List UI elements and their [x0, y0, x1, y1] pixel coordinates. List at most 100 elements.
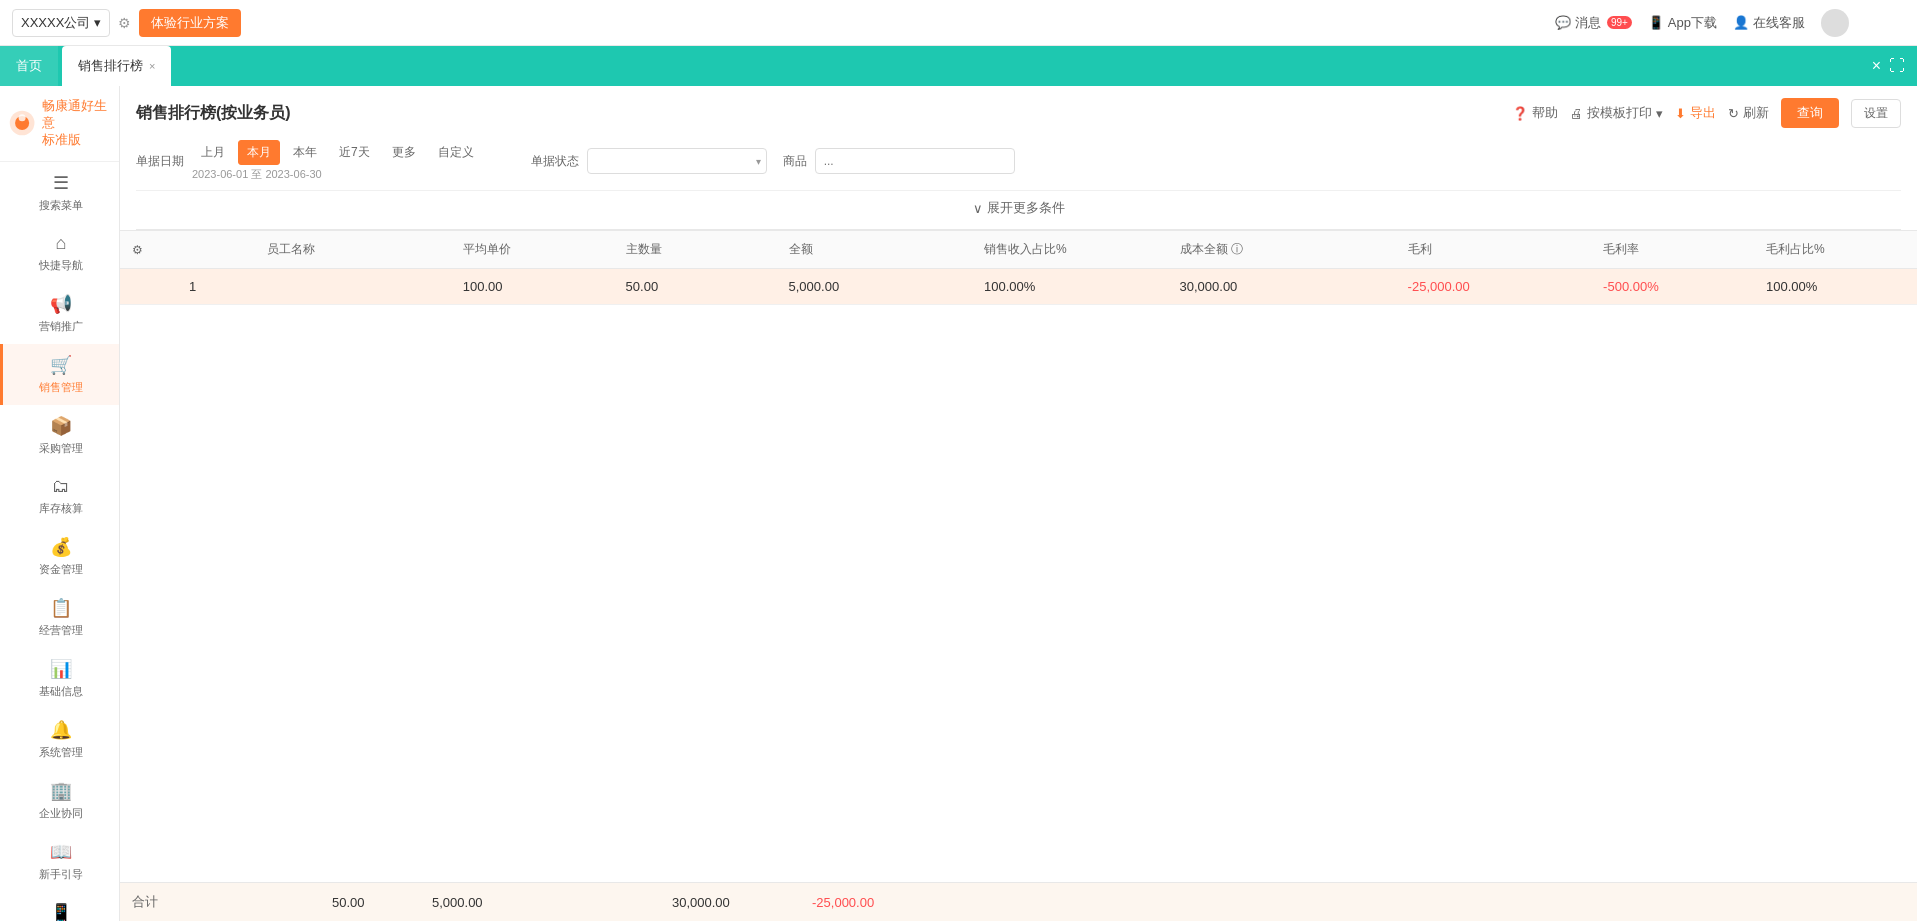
date-btn-自定义[interactable]: 自定义: [429, 140, 483, 165]
table-row: 1100.0050.005,000.00100.00%30,000.00-25,…: [120, 269, 1917, 305]
cell-settings: [120, 269, 177, 305]
col-header-settings[interactable]: ⚙: [120, 231, 177, 269]
inventory-icon: 🗂: [52, 476, 70, 497]
sidebar-item-app-center[interactable]: 📱 应用中心: [0, 892, 119, 921]
enterprise-icon: 🏢: [50, 780, 72, 802]
tab-sales-ranking[interactable]: 销售排行榜 ×: [62, 46, 171, 86]
col-header-qty: 主数量: [614, 231, 777, 269]
sidebar-item-basic-info[interactable]: 📊 基础信息: [0, 648, 119, 709]
footer-sales-pct: [552, 895, 672, 910]
date-range: 2023-06-01 至 2023-06-30: [192, 167, 483, 182]
sidebar-item-search[interactable]: ☰ 搜索菜单: [0, 162, 119, 223]
service-icon: 👤: [1733, 15, 1749, 30]
sidebar-logo: 畅康通好生意 标准版: [0, 86, 119, 162]
system-label: 系统管理: [39, 745, 83, 760]
cell-gross: -25,000.00: [1396, 269, 1592, 305]
filter-bar: 单据日期 上月本月本年近7天更多自定义 2023-06-01 至 2023-06…: [136, 140, 1901, 230]
date-btn-本月[interactable]: 本月: [238, 140, 280, 165]
header-right: 💬 消息 99+ 📱 App下载 👤 在线客服: [1555, 9, 1905, 37]
date-btn-更多[interactable]: 更多: [383, 140, 425, 165]
status-select[interactable]: [587, 148, 767, 174]
export-icon: ⬇: [1675, 106, 1686, 121]
marketing-icon: 📢: [50, 293, 72, 315]
status-filter: 单据状态 ▾: [531, 148, 767, 174]
col-header-sales_pct: 销售收入占比%: [972, 231, 1168, 269]
date-btn-本年[interactable]: 本年: [284, 140, 326, 165]
tab-home[interactable]: 首页: [0, 46, 58, 86]
print-icon: 🖨: [1570, 106, 1583, 121]
table-head: ⚙员工名称平均单价主数量全额销售收入占比%成本全额 ⓘ毛利毛利率毛利占比%: [120, 231, 1917, 269]
page-title-row: 销售排行榜(按业务员) ❓ 帮助 🖨 按模板打印 ▾ ⬇ 导出: [136, 98, 1901, 128]
sidebar-item-guide[interactable]: 📖 新手引导: [0, 831, 119, 892]
sidebar-item-system[interactable]: 🔔 系统管理: [0, 709, 119, 770]
sidebar-item-marketing[interactable]: 📢 营销推广: [0, 283, 119, 344]
footer-qty: 50.00: [332, 895, 432, 910]
expand-button[interactable]: ∨ 展开更多条件: [136, 190, 1901, 217]
export-button[interactable]: ⬇ 导出: [1675, 104, 1716, 122]
date-filter: 单据日期 上月本月本年近7天更多自定义 2023-06-01 至 2023-06…: [136, 140, 483, 182]
cell-avg-price: 100.00: [451, 269, 614, 305]
data-table: ⚙员工名称平均单价主数量全额销售收入占比%成本全额 ⓘ毛利毛利率毛利占比% 1 1…: [120, 231, 1917, 305]
print-dropdown-icon: ▾: [1656, 106, 1663, 121]
settings-icon[interactable]: ⚙: [118, 15, 131, 31]
print-button[interactable]: 🖨 按模板打印 ▾: [1570, 104, 1663, 122]
footer-values: 50.00 5,000.00 30,000.00 -25,000.00: [212, 895, 1905, 910]
footer-cost: 30,000.00: [672, 895, 812, 910]
app-download-button[interactable]: 📱 App下载: [1648, 14, 1717, 32]
status-label: 单据状态: [531, 153, 579, 170]
svg-point-2: [19, 115, 26, 122]
marketing-label: 营销推广: [39, 319, 83, 334]
sidebar-item-purchase[interactable]: 📦 采购管理: [0, 405, 119, 466]
table-container: ⚙员工名称平均单价主数量全额销售收入占比%成本全额 ⓘ毛利毛利率毛利占比% 1 1…: [120, 231, 1917, 882]
refresh-button[interactable]: ↻ 刷新: [1728, 104, 1769, 122]
finance-icon: 💰: [50, 536, 72, 558]
cell-margin: -500.00%: [1591, 269, 1754, 305]
sidebar-item-enterprise[interactable]: 🏢 企业协同: [0, 770, 119, 831]
avatar[interactable]: [1821, 9, 1849, 37]
purchase-label: 采购管理: [39, 441, 83, 456]
col-header-rank: [177, 231, 255, 269]
sidebar-item-operations[interactable]: 📋 经营管理: [0, 587, 119, 648]
message-label: 消息: [1575, 14, 1601, 32]
footer-label: 合计: [132, 893, 212, 911]
table-header-row: ⚙员工名称平均单价主数量全额销售收入占比%成本全额 ⓘ毛利毛利率毛利占比%: [120, 231, 1917, 269]
date-buttons: 上月本月本年近7天更多自定义 2023-06-01 至 2023-06-30: [192, 140, 483, 182]
search-label: 搜索菜单: [39, 198, 83, 213]
query-button[interactable]: 查询: [1781, 98, 1839, 128]
content-area: 销售排行榜(按业务员) ❓ 帮助 🖨 按模板打印 ▾ ⬇ 导出: [120, 86, 1917, 921]
sidebar-item-finance[interactable]: 💰 资金管理: [0, 526, 119, 587]
enterprise-label: 企业协同: [39, 806, 83, 821]
date-btn-近7天[interactable]: 近7天: [330, 140, 379, 165]
close-window-icon[interactable]: ×: [1872, 57, 1881, 75]
filter-row-1: 单据日期 上月本月本年近7天更多自定义 2023-06-01 至 2023-06…: [136, 140, 1901, 182]
settings-button[interactable]: 设置: [1851, 99, 1901, 128]
table-footer: 合计 50.00 5,000.00 30,000.00 -25,000.00: [120, 882, 1917, 921]
tab-close-icon[interactable]: ×: [149, 60, 155, 72]
guide-icon: 📖: [50, 841, 72, 863]
date-btn-上月[interactable]: 上月: [192, 140, 234, 165]
operations-icon: 📋: [50, 597, 72, 619]
trial-button[interactable]: 体验行业方案: [139, 9, 241, 37]
col-header-avg_price: 平均单价: [451, 231, 614, 269]
finance-label: 资金管理: [39, 562, 83, 577]
maximize-icon[interactable]: ⛶: [1889, 57, 1905, 75]
online-service-button[interactable]: 👤 在线客服: [1733, 14, 1805, 32]
logo-icon: [8, 107, 36, 139]
company-dropdown-icon: ▾: [94, 15, 101, 30]
basic-info-label: 基础信息: [39, 684, 83, 699]
cell-sales-pct: 100.00%: [972, 269, 1168, 305]
goods-input[interactable]: [815, 148, 1015, 174]
sidebar-item-inventory[interactable]: 🗂 库存核算: [0, 466, 119, 526]
help-button[interactable]: ❓ 帮助: [1512, 104, 1558, 122]
company-selector[interactable]: XXXXX公司 ▾: [12, 9, 110, 37]
sidebar-item-sales[interactable]: 🛒 销售管理: [0, 344, 119, 405]
help-icon: ❓: [1512, 106, 1528, 121]
messages-button[interactable]: 💬 消息 99+: [1555, 14, 1632, 32]
main-layout: 畅康通好生意 标准版 ☰ 搜索菜单 ⌂ 快捷导航 📢 营销推广 🛒 销售管理 📦…: [0, 86, 1917, 921]
col-header-cost: 成本全额 ⓘ: [1168, 231, 1396, 269]
sidebar-item-quick-nav[interactable]: ⌂ 快捷导航: [0, 223, 119, 283]
cell-rank: 1: [177, 269, 255, 305]
col-header-gross_pct: 毛利占比%: [1754, 231, 1917, 269]
guide-label: 新手引导: [39, 867, 83, 882]
footer-gross: -25,000.00: [812, 895, 932, 910]
